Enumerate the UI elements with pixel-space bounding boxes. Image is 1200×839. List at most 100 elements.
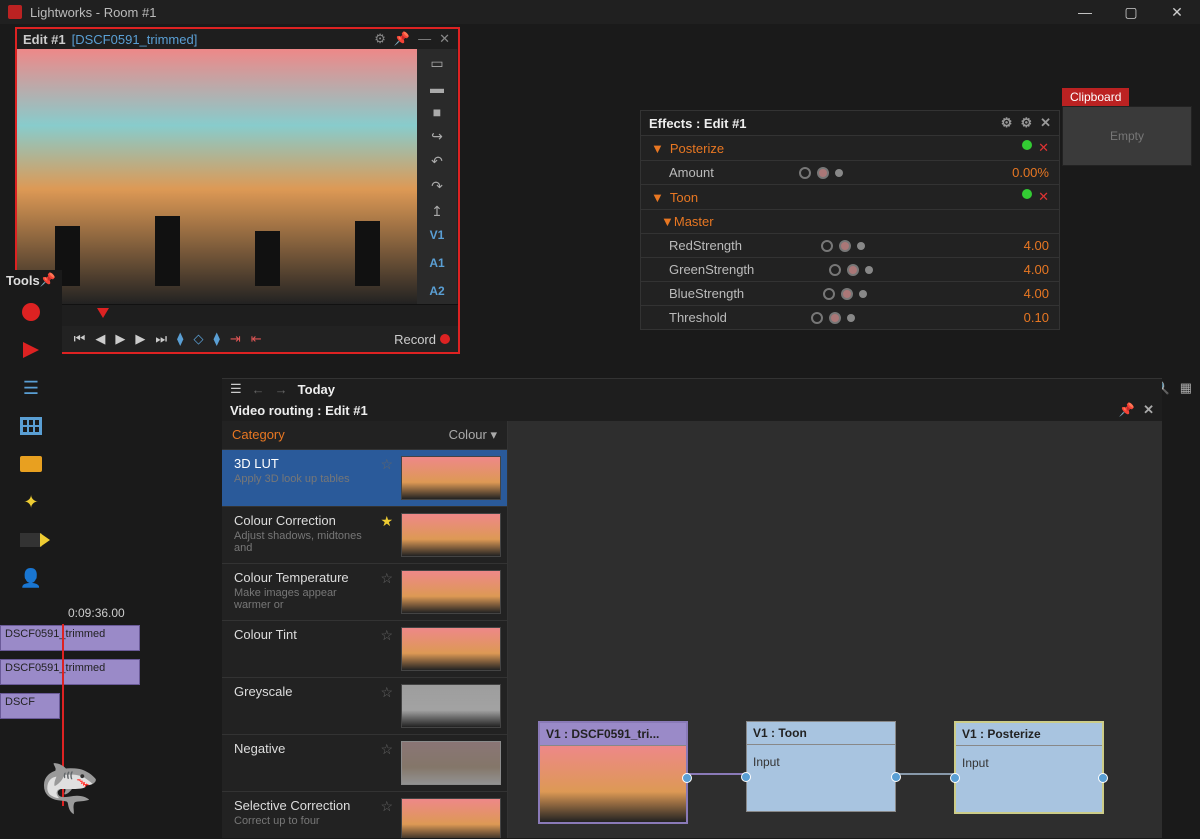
up-icon[interactable]: ↥ <box>431 203 443 220</box>
pin-icon[interactable]: 📌 <box>1119 402 1135 418</box>
fx-item-selective[interactable]: Selective CorrectionCorrect up to four ☆ <box>222 791 507 838</box>
window-close[interactable]: ✕ <box>1154 0 1200 24</box>
fx-item-grey[interactable]: Greyscale ☆ <box>222 677 507 734</box>
clip[interactable]: DSCF <box>0 693 60 719</box>
reset-knob[interactable] <box>811 312 823 324</box>
node-toon[interactable]: V1 : Toon Input <box>746 721 896 812</box>
remove-icon[interactable]: ✕ <box>1038 140 1049 156</box>
reset-knob[interactable] <box>829 264 841 276</box>
param-value[interactable]: 0.10 <box>1024 310 1049 325</box>
close-icon[interactable]: ✕ <box>437 31 452 47</box>
fx-item-neg[interactable]: Negative ☆ <box>222 734 507 791</box>
export-tool[interactable] <box>17 528 45 552</box>
minimize-icon[interactable]: — <box>416 31 433 47</box>
clip[interactable]: DSCF0591_trimmed <box>0 659 140 685</box>
param-value[interactable]: 4.00 <box>1024 262 1049 277</box>
layout-icon[interactable]: ▦ <box>1180 380 1192 396</box>
edit-tool[interactable]: ☰ <box>17 376 45 400</box>
node-posterize[interactable]: V1 : Posterize Input <box>954 721 1104 814</box>
star-icon[interactable]: ☆ <box>380 456 393 500</box>
port-out[interactable] <box>891 772 901 782</box>
go-start-icon[interactable]: ⏮ <box>74 331 86 347</box>
fx-param-red[interactable]: RedStrength 4.00 <box>641 233 1059 257</box>
import-tool[interactable] <box>17 338 45 362</box>
keyframe-knob[interactable] <box>817 167 829 179</box>
step-back-icon[interactable]: ◀ <box>95 331 105 347</box>
search-tool[interactable] <box>17 452 45 476</box>
pin-icon[interactable]: 📌 <box>40 272 56 288</box>
collapse-icon[interactable]: ▼ <box>661 214 674 229</box>
param-value[interactable]: 0.00% <box>1012 165 1049 180</box>
star-icon[interactable]: ☆ <box>380 627 393 671</box>
fx-param-threshold[interactable]: Threshold 0.10 <box>641 305 1059 329</box>
square-icon[interactable]: ■ <box>433 104 441 120</box>
record-button[interactable] <box>440 334 450 344</box>
step-fwd-icon[interactable]: ▶ <box>135 331 145 347</box>
fx-item-cc[interactable]: Colour CorrectionAdjust shadows, midtone… <box>222 506 507 563</box>
playhead-icon[interactable] <box>97 308 109 318</box>
bins-tool[interactable] <box>17 414 45 438</box>
gear-icon[interactable]: ⚙ <box>1020 115 1032 131</box>
slider-handle[interactable] <box>847 314 855 322</box>
star-icon[interactable]: ★ <box>380 513 393 557</box>
window-minimize[interactable]: — <box>1062 0 1108 24</box>
slider-handle[interactable] <box>865 266 873 274</box>
keyframe-knob[interactable] <box>839 240 851 252</box>
port-in[interactable] <box>950 773 960 783</box>
play-icon[interactable]: ▶ <box>115 331 125 347</box>
enable-dot[interactable] <box>1022 140 1032 150</box>
mark-clear-icon[interactable]: ◇ <box>193 331 203 347</box>
insert-icon[interactable]: ⇥ <box>230 331 241 347</box>
fx-group-posterize[interactable]: ▼ Posterize ✕ <box>641 135 1059 160</box>
menu-icon[interactable]: ☰ <box>230 381 242 397</box>
redo-icon[interactable]: ↷ <box>431 178 443 195</box>
pin-icon[interactable]: 📌 <box>392 31 412 47</box>
fx-group-toon[interactable]: ▼ Toon ✕ <box>641 184 1059 209</box>
nav-back-icon[interactable]: ← <box>252 382 265 397</box>
close-icon[interactable]: ✕ <box>1143 402 1154 418</box>
mark-out-icon[interactable]: ⧫ <box>213 331 219 347</box>
collapse-icon[interactable]: ▼ <box>651 141 664 156</box>
track-label-a1[interactable]: A1 <box>429 256 444 276</box>
mark-in-icon[interactable]: ⧫ <box>177 331 183 347</box>
routing-canvas[interactable]: V1 : DSCF0591_tri... V1 : Toon Input V1 … <box>508 421 1162 838</box>
go-end-icon[interactable]: ⏭ <box>155 331 167 347</box>
rect-icon[interactable]: ▬ <box>430 80 444 96</box>
overwrite-icon[interactable]: ⇤ <box>251 331 262 347</box>
preview-timeline[interactable] <box>17 304 458 326</box>
category-dropdown[interactable]: Colour ▾ <box>449 427 497 443</box>
star-icon[interactable]: ☆ <box>380 570 393 614</box>
reset-knob[interactable] <box>799 167 811 179</box>
undo-icon[interactable]: ↶ <box>431 153 443 170</box>
slider-handle[interactable] <box>835 169 843 177</box>
close-icon[interactable]: ✕ <box>1040 115 1051 131</box>
star-icon[interactable]: ☆ <box>380 684 393 728</box>
collapse-icon[interactable]: ▼ <box>651 190 664 205</box>
keyframe-knob[interactable] <box>829 312 841 324</box>
fx-tool[interactable]: ✦ <box>17 490 45 514</box>
enable-dot[interactable] <box>1022 189 1032 199</box>
fx-param-green[interactable]: GreenStrength 4.00 <box>641 257 1059 281</box>
param-value[interactable]: 4.00 <box>1024 238 1049 253</box>
fx-param-blue[interactable]: BlueStrength 4.00 <box>641 281 1059 305</box>
track-label-v1[interactable]: V1 <box>430 228 445 248</box>
record-tool[interactable] <box>17 300 45 324</box>
slider-handle[interactable] <box>859 290 867 298</box>
port-in[interactable] <box>741 772 751 782</box>
fx-subgroup-master[interactable]: ▼ Master <box>641 209 1059 233</box>
user-tool[interactable]: 👤 <box>17 566 45 590</box>
remove-icon[interactable]: ✕ <box>1038 189 1049 205</box>
fx-item-tint[interactable]: Colour Tint ☆ <box>222 620 507 677</box>
slider-handle[interactable] <box>857 242 865 250</box>
reset-knob[interactable] <box>821 240 833 252</box>
fx-item-3dlut[interactable]: 3D LUTApply 3D look up tables ☆ <box>222 449 507 506</box>
video-preview[interactable] <box>17 49 417 304</box>
param-value[interactable]: 4.00 <box>1024 286 1049 301</box>
reset-knob[interactable] <box>823 288 835 300</box>
fx-param-amount[interactable]: Amount 0.00% <box>641 160 1059 184</box>
clip[interactable]: DSCF0591_trimmed <box>0 625 140 651</box>
folder-icon[interactable]: ▭ <box>430 55 443 72</box>
fx-item-temp[interactable]: Colour TemperatureMake images appear war… <box>222 563 507 620</box>
star-icon[interactable]: ☆ <box>380 798 393 838</box>
arrow-icon[interactable]: ↪ <box>431 128 443 145</box>
